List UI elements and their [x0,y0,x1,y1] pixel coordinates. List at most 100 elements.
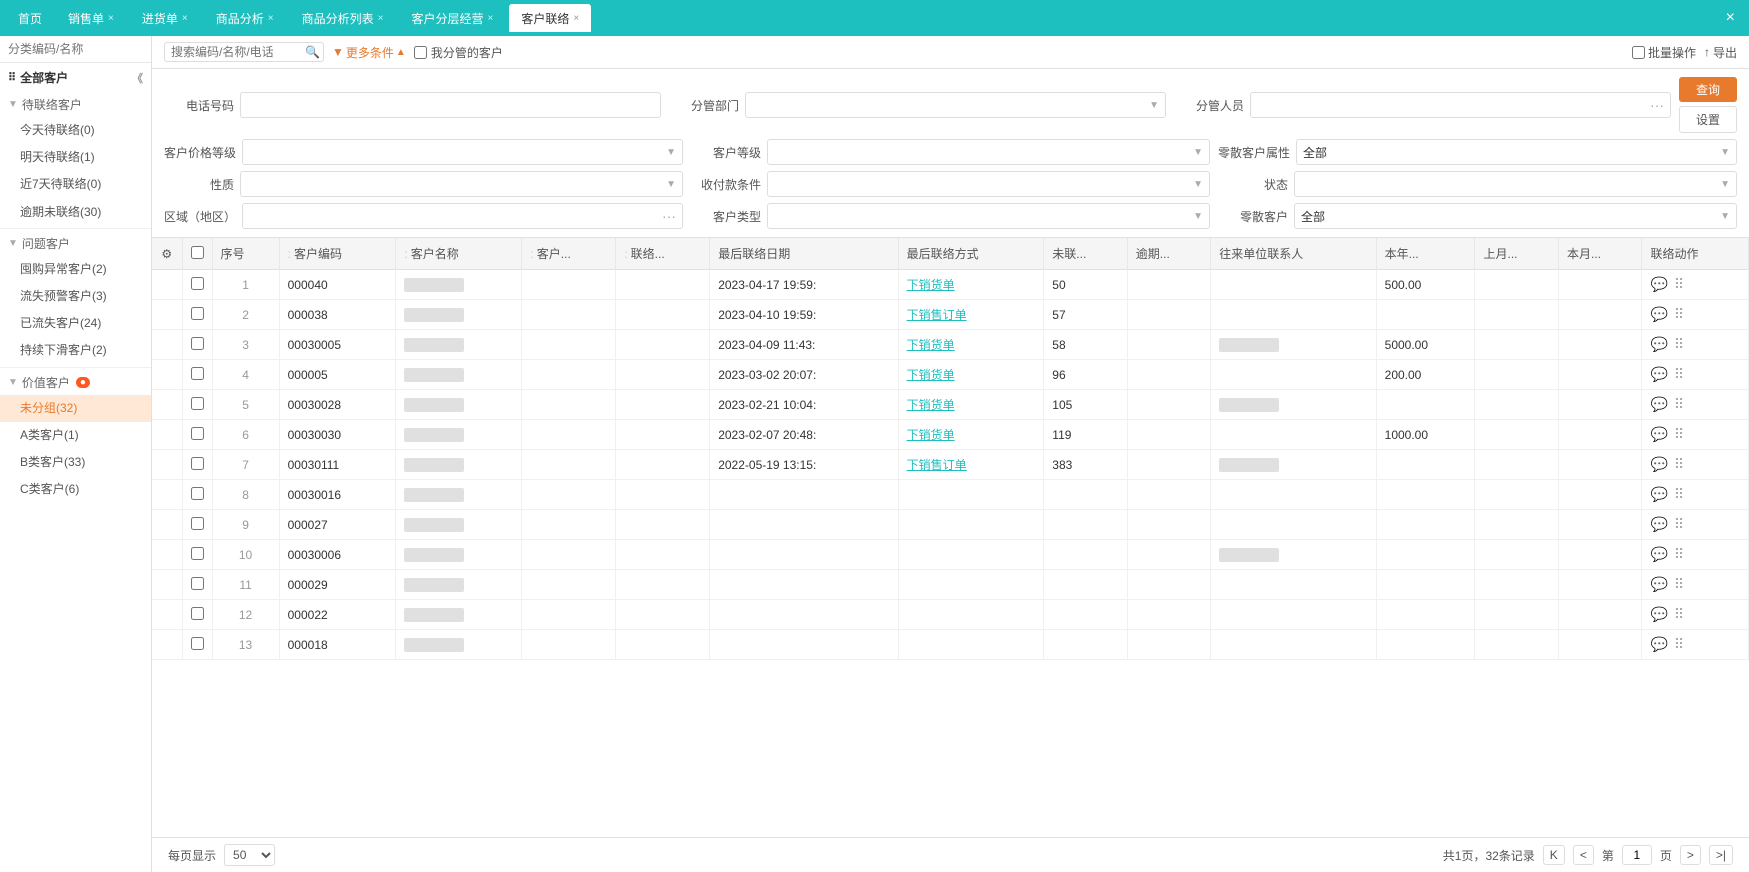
row-last-method[interactable]: 下销货单 [898,270,1044,300]
row-last-method[interactable]: 下销售订单 [898,450,1044,480]
action-chat-icon[interactable]: 💬 [1650,396,1667,413]
next-page-btn[interactable]: > [1680,845,1701,865]
my-customers-checkbox[interactable]: 我分管的客户 [414,44,503,61]
action-chat-icon[interactable]: 💬 [1650,546,1667,563]
row-checkbox-cell[interactable] [182,600,212,630]
action-chat-icon[interactable]: 💬 [1650,456,1667,473]
sidebar-item-overdue[interactable]: 逾期未联络(30) [0,199,151,226]
col-last-date[interactable]: 最后联络日期 [710,238,898,270]
last-method-link[interactable]: 下销售订单 [907,308,967,322]
row-checkbox[interactable] [191,427,204,440]
sidebar-item-churn-warning[interactable]: 流失预警客户(3) [0,283,151,310]
row-last-method[interactable] [898,480,1044,510]
nav-close-btn[interactable]: × [1720,9,1741,27]
last-method-link[interactable]: 下销售订单 [907,458,967,472]
problem-customer-section[interactable]: ▼ 问题客户 [0,231,151,256]
row-checkbox-cell[interactable] [182,420,212,450]
sidebar-item-ungroup[interactable]: 未分组(32) [0,395,151,422]
action-more-icon[interactable]: ⠿ [1674,606,1684,623]
prev-page-btn[interactable]: < [1573,845,1594,865]
last-method-link[interactable]: 下销货单 [907,398,955,412]
all-customers-title[interactable]: ⠿ 全部客户 《 [0,63,151,92]
row-last-method[interactable] [898,540,1044,570]
action-more-icon[interactable]: ⠿ [1674,426,1684,443]
sidebar-item-a-type[interactable]: A类客户(1) [0,422,151,449]
last-method-link[interactable]: 下销货单 [907,368,955,382]
more-conditions-btn[interactable]: ▼ 更多条件 ▲ [332,44,406,61]
export-btn[interactable]: ↑ 导出 [1704,44,1737,61]
row-checkbox-cell[interactable] [182,270,212,300]
row-last-method[interactable] [898,630,1044,660]
sidebar-item-declining[interactable]: 持续下滑客户(2) [0,337,151,364]
action-more-icon[interactable]: ⠿ [1674,546,1684,563]
row-checkbox[interactable] [191,607,204,620]
row-checkbox[interactable] [191,457,204,470]
row-checkbox[interactable] [191,337,204,350]
action-chat-icon[interactable]: 💬 [1650,576,1667,593]
row-checkbox[interactable] [191,307,204,320]
region-dots[interactable]: ··· [662,208,676,224]
row-checkbox-cell[interactable] [182,630,212,660]
col-name[interactable]: :客户名称 [396,238,522,270]
action-more-icon[interactable]: ⠿ [1674,396,1684,413]
filter-region-select[interactable]: ··· [242,203,683,229]
row-checkbox-cell[interactable] [182,390,212,420]
nav-tab-customer-segment[interactable]: 客户分层经营 × [399,4,505,32]
action-chat-icon[interactable]: 💬 [1650,606,1667,623]
nav-tab-sales[interactable]: 销售单 × [56,4,126,32]
row-checkbox[interactable] [191,277,204,290]
sidebar-item-tomorrow[interactable]: 明天待联络(1) [0,144,151,171]
row-checkbox-cell[interactable] [182,570,212,600]
action-chat-icon[interactable]: 💬 [1650,636,1667,653]
nav-home[interactable]: 首页 [8,10,52,27]
nav-tab-analysis-list[interactable]: 商品分析列表 × [290,4,396,32]
sidebar-item-7days[interactable]: 近7天待联络(0) [0,171,151,198]
batch-ops-btn[interactable]: 批量操作 [1632,44,1696,61]
row-checkbox[interactable] [191,367,204,380]
row-last-method[interactable] [898,600,1044,630]
nav-tab-analysis[interactable]: 商品分析 × [204,4,286,32]
filter-type-select[interactable]: ▼ [767,203,1210,229]
col-checkbox-all[interactable] [182,238,212,270]
last-page-btn[interactable]: >| [1709,845,1733,865]
action-chat-icon[interactable]: 💬 [1650,516,1667,533]
batch-ops-check[interactable] [1632,46,1645,59]
row-checkbox[interactable] [191,397,204,410]
last-method-link[interactable]: 下销货单 [907,338,955,352]
row-checkbox[interactable] [191,487,204,500]
sidebar-search-input[interactable] [8,42,152,56]
filter-status-select[interactable]: ▼ [1294,171,1737,197]
sidebar-item-c-type[interactable]: C类客户(6) [0,476,151,503]
filter-search-input[interactable] [171,45,301,59]
first-page-btn[interactable]: K [1543,845,1565,865]
filter-phone-input[interactable] [240,92,661,118]
filter-manager-select[interactable]: ··· [1250,92,1671,118]
action-more-icon[interactable]: ⠿ [1674,486,1684,503]
sidebar-item-abnormal[interactable]: 囤购异常客户(2) [0,256,151,283]
my-customers-check[interactable] [414,46,427,59]
col-code[interactable]: :客户编码 [279,238,396,270]
page-input[interactable] [1622,845,1652,865]
filter-retail-attr-select[interactable]: 全部 ▼ [1296,139,1737,165]
row-checkbox-cell[interactable] [182,450,212,480]
filter-payment-select[interactable]: ▼ [767,171,1210,197]
sidebar-item-b-type[interactable]: B类客户(33) [0,449,151,476]
row-last-method[interactable] [898,570,1044,600]
row-last-method[interactable]: 下销售订单 [898,300,1044,330]
close-analysis-tab[interactable]: × [268,13,274,24]
col-settings[interactable]: ⚙ [152,238,182,270]
row-last-method[interactable] [898,510,1044,540]
filter-search-icon[interactable]: 🔍 [305,45,320,59]
last-method-link[interactable]: 下销货单 [907,428,955,442]
row-last-method[interactable]: 下销货单 [898,390,1044,420]
action-chat-icon[interactable]: 💬 [1650,426,1667,443]
filter-retail-select[interactable]: 全部 ▼ [1294,203,1737,229]
filter-nature-select[interactable]: ▼ [240,171,683,197]
row-last-method[interactable]: 下销货单 [898,360,1044,390]
row-checkbox[interactable] [191,577,204,590]
row-checkbox-cell[interactable] [182,510,212,540]
row-checkbox-cell[interactable] [182,540,212,570]
manager-dots[interactable]: ··· [1650,97,1664,113]
nav-tab-purchase[interactable]: 进货单 × [130,4,200,32]
action-more-icon[interactable]: ⠿ [1674,516,1684,533]
